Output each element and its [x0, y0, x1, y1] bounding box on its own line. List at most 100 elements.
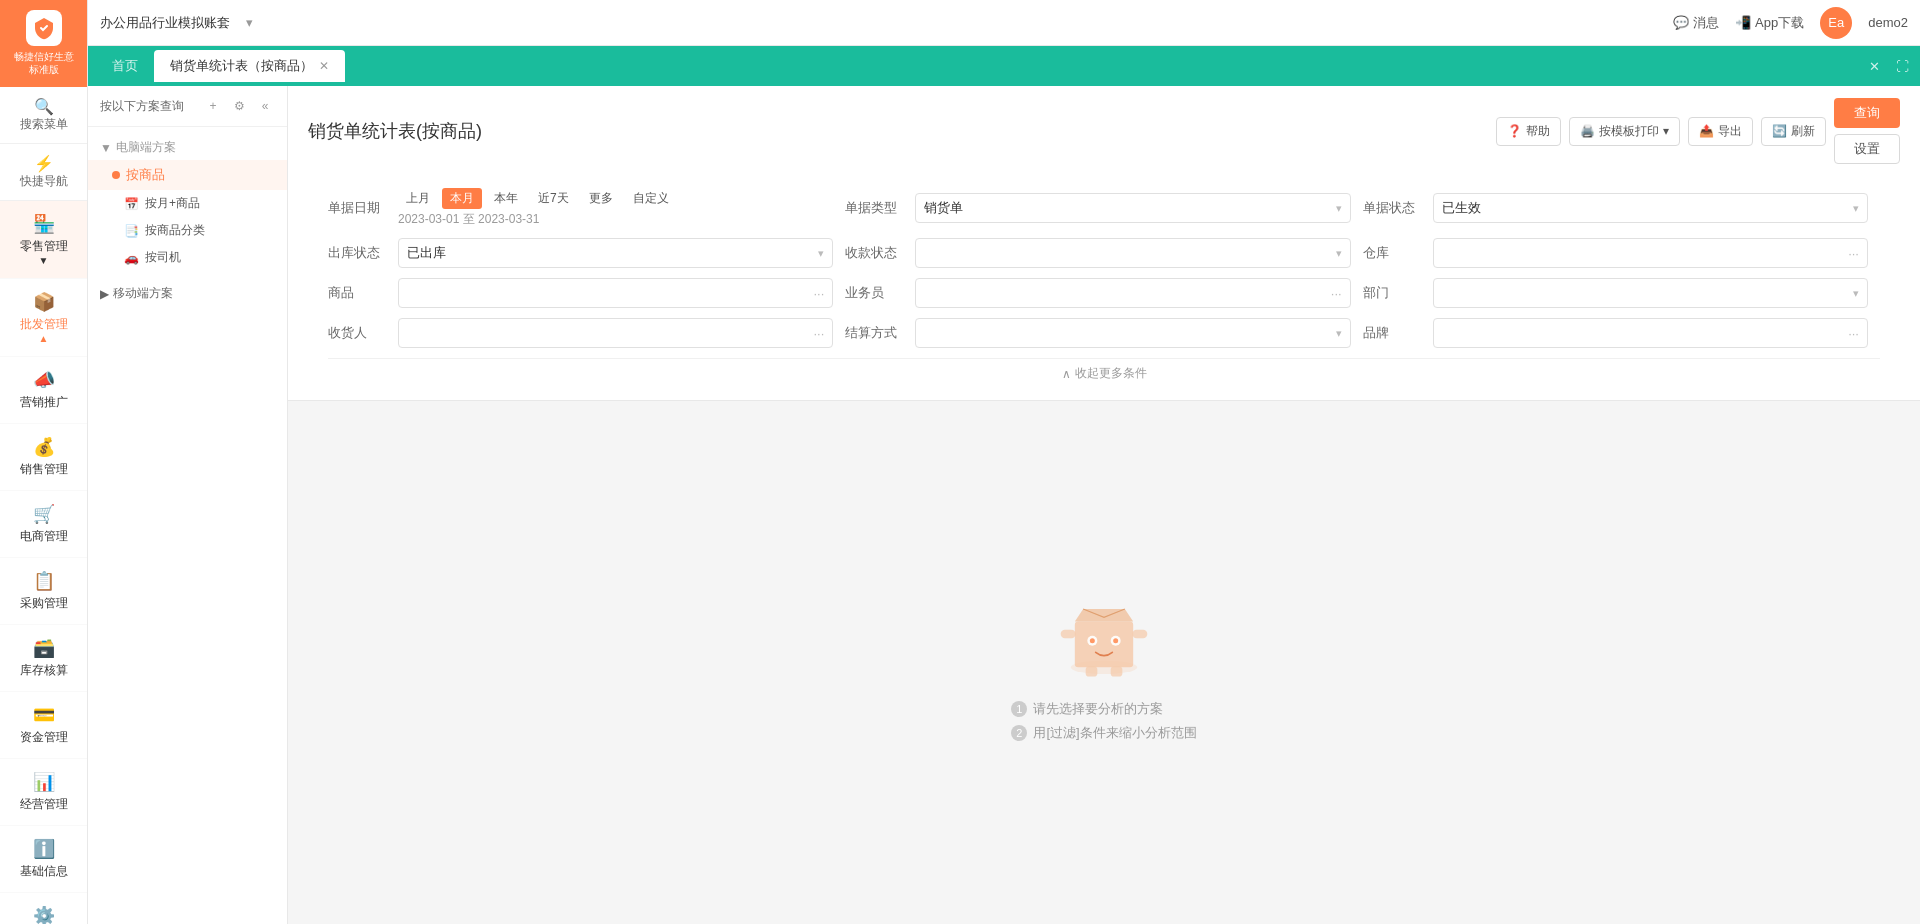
collapse-panel-btn[interactable]: «: [255, 96, 275, 116]
sidebar-item-ecommerce[interactable]: 🛒 电商管理: [0, 491, 87, 558]
sidebar-item-purchase[interactable]: 📋 采购管理: [0, 558, 87, 625]
refresh-btn[interactable]: 🔄 刷新: [1761, 117, 1826, 146]
add-scheme-btn[interactable]: +: [203, 96, 223, 116]
messages-label: 消息: [1693, 14, 1719, 32]
goods-label: 商品: [328, 284, 398, 302]
date-tab-current-month[interactable]: 本月: [442, 188, 482, 209]
print-icon: 🖨️: [1580, 124, 1595, 138]
tab-close-btn[interactable]: ✕: [319, 59, 329, 73]
logo-icon: [26, 10, 62, 46]
maximize-window-btn[interactable]: ⛶: [1892, 56, 1912, 76]
finance-icon: 💳: [33, 704, 55, 726]
sidebar-item-retail[interactable]: 🏪 零售管理 ▼: [0, 201, 87, 279]
payment-select[interactable]: ▾: [915, 318, 1350, 348]
top-bar: 办公用品行业模拟账套 ▾ 💬 消息 📲 App下载 Ea demo2: [88, 0, 1920, 46]
tree-item-by-goods-label: 按商品: [126, 166, 165, 184]
industry-dropdown-icon[interactable]: ▾: [246, 15, 253, 30]
active-dot-icon: [112, 171, 120, 179]
purchase-icon: 📋: [33, 570, 55, 592]
wholesale-icon: 📦: [33, 291, 55, 313]
window-controls: ✕ ⛶: [1864, 56, 1912, 76]
date-range-text: 2023-03-01 至 2023-03-31: [398, 211, 833, 228]
category-icon: 📑: [124, 224, 139, 238]
pc-group-label: ▼ 电脑端方案: [88, 135, 287, 160]
tab-home[interactable]: 首页: [96, 50, 154, 82]
dept-select[interactable]: ▾: [1433, 278, 1868, 308]
salesperson-input[interactable]: ···: [915, 278, 1350, 308]
tip-num-2: 2: [1011, 725, 1027, 741]
left-panel-header: 按以下方案查询 + ⚙ «: [88, 86, 287, 127]
collapse-more-btn[interactable]: ∧ 收起更多条件: [328, 358, 1880, 388]
receive-status-select[interactable]: ▾: [915, 238, 1350, 268]
sidebar-item-wholesale-label: 批发管理: [20, 316, 68, 333]
tree-item-by-goods[interactable]: 按商品: [88, 160, 287, 190]
content-area: 按以下方案查询 + ⚙ « ▼ 电脑端方案 按商品 📅 按月+商品: [88, 86, 1920, 924]
date-tab-prev-month[interactable]: 上月: [398, 188, 438, 209]
sidebar-item-basic[interactable]: ℹ️ 基础信息: [0, 826, 87, 893]
date-tabs-row: 上月 本月 本年 近7天 更多 自定义: [398, 188, 833, 209]
date-tab-7days[interactable]: 近7天: [530, 188, 577, 209]
out-status-label: 出库状态: [328, 244, 398, 262]
help-btn[interactable]: ❓ 帮助: [1496, 117, 1561, 146]
month-goods-icon: 📅: [124, 197, 139, 211]
export-btn[interactable]: 📤 导出: [1688, 117, 1753, 146]
out-status-select[interactable]: 已出库 ▾: [398, 238, 833, 268]
sidebar-item-inventory[interactable]: 🗃️ 库存核算: [0, 625, 87, 692]
warehouse-dots-icon: ···: [1848, 246, 1859, 261]
doc-type-select[interactable]: 销货单 ▾: [915, 193, 1350, 223]
cashier-icon: 🚗: [124, 251, 139, 265]
date-tab-more[interactable]: 更多: [581, 188, 621, 209]
warehouse-input[interactable]: ···: [1433, 238, 1868, 268]
warehouse-cell: 仓库 ···: [1363, 238, 1880, 268]
date-tab-custom[interactable]: 自定义: [625, 188, 677, 209]
query-btn[interactable]: 查询: [1834, 98, 1900, 128]
quick-nav[interactable]: ⚡ 快捷导航: [0, 144, 87, 201]
tree-sub-item-category[interactable]: 📑 按商品分类: [88, 217, 287, 244]
date-tab-current-year[interactable]: 本年: [486, 188, 526, 209]
empty-tip-2: 2 用[过滤]条件来缩小分析范围: [1011, 724, 1196, 742]
tree-sub-month-goods-label: 按月+商品: [145, 195, 200, 212]
svg-rect-9: [1111, 666, 1123, 676]
search-menu[interactable]: 🔍 搜索菜单: [0, 87, 87, 144]
print-btn[interactable]: 🖨️ 按模板打印 ▾: [1569, 117, 1680, 146]
sidebar-item-marketing-label: 营销推广: [20, 394, 68, 411]
tree-sub-cashier-label: 按司机: [145, 249, 181, 266]
page-actions: ❓ 帮助 🖨️ 按模板打印 ▾ 📤 导出 �: [1496, 98, 1900, 164]
sidebar-item-ops[interactable]: 📊 经营管理: [0, 759, 87, 826]
tree-sub-item-cashier[interactable]: 🚗 按司机: [88, 244, 287, 271]
doc-status-select[interactable]: 已生效 ▾: [1433, 193, 1868, 223]
app-download-btn[interactable]: 📲 App下载: [1735, 14, 1804, 32]
inventory-icon: 🗃️: [33, 637, 55, 659]
chevron-right-icon: ▼: [100, 141, 112, 155]
close-window-btn[interactable]: ✕: [1864, 56, 1884, 76]
empty-state: 1 请先选择要分析的方案 2 用[过滤]条件来缩小分析范围: [1011, 584, 1196, 742]
sidebar-item-wholesale[interactable]: 📦 批发管理 ▲: [0, 279, 87, 357]
sidebar-item-sales[interactable]: 💰 销售管理: [0, 424, 87, 491]
filter-settings-btn[interactable]: 设置: [1834, 134, 1900, 164]
sidebar-item-marketing[interactable]: 📣 营销推广: [0, 357, 87, 424]
sidebar-item-ecommerce-label: 电商管理: [20, 528, 68, 545]
goods-cell: 商品 ···: [328, 278, 845, 308]
recipient-input[interactable]: ···: [398, 318, 833, 348]
goods-input[interactable]: ···: [398, 278, 833, 308]
out-status-cell: 出库状态 已出库 ▾: [328, 238, 845, 268]
tree-sub-item-month-goods[interactable]: 📅 按月+商品: [88, 190, 287, 217]
svg-rect-7: [1132, 629, 1147, 637]
mobile-group[interactable]: ▶ 移动端方案: [88, 279, 287, 308]
sidebar-item-system[interactable]: ⚙️ 系统管理: [0, 893, 87, 924]
payment-chevron-icon: ▾: [1336, 327, 1342, 340]
sidebar-item-finance[interactable]: 💳 资金管理: [0, 692, 87, 759]
main-area: 办公用品行业模拟账套 ▾ 💬 消息 📲 App下载 Ea demo2 首页 销货…: [88, 0, 1920, 924]
mobile-group-label: 移动端方案: [113, 285, 173, 302]
page-title: 销货单统计表(按商品): [308, 119, 482, 143]
brand-input[interactable]: ···: [1433, 318, 1868, 348]
messages-btn[interactable]: 💬 消息: [1673, 14, 1719, 32]
sidebar-item-retail-label: 零售管理: [20, 238, 68, 255]
sidebar-item-purchase-label: 采购管理: [20, 595, 68, 612]
app-version: 标准版: [29, 63, 59, 77]
settings-scheme-btn[interactable]: ⚙: [229, 96, 249, 116]
print-chevron-icon: ▾: [1663, 124, 1669, 138]
tab-sales-stats[interactable]: 销货单统计表（按商品） ✕: [154, 50, 345, 82]
quick-nav-label: 快捷导航: [20, 173, 68, 190]
user-avatar[interactable]: Ea: [1820, 7, 1852, 39]
